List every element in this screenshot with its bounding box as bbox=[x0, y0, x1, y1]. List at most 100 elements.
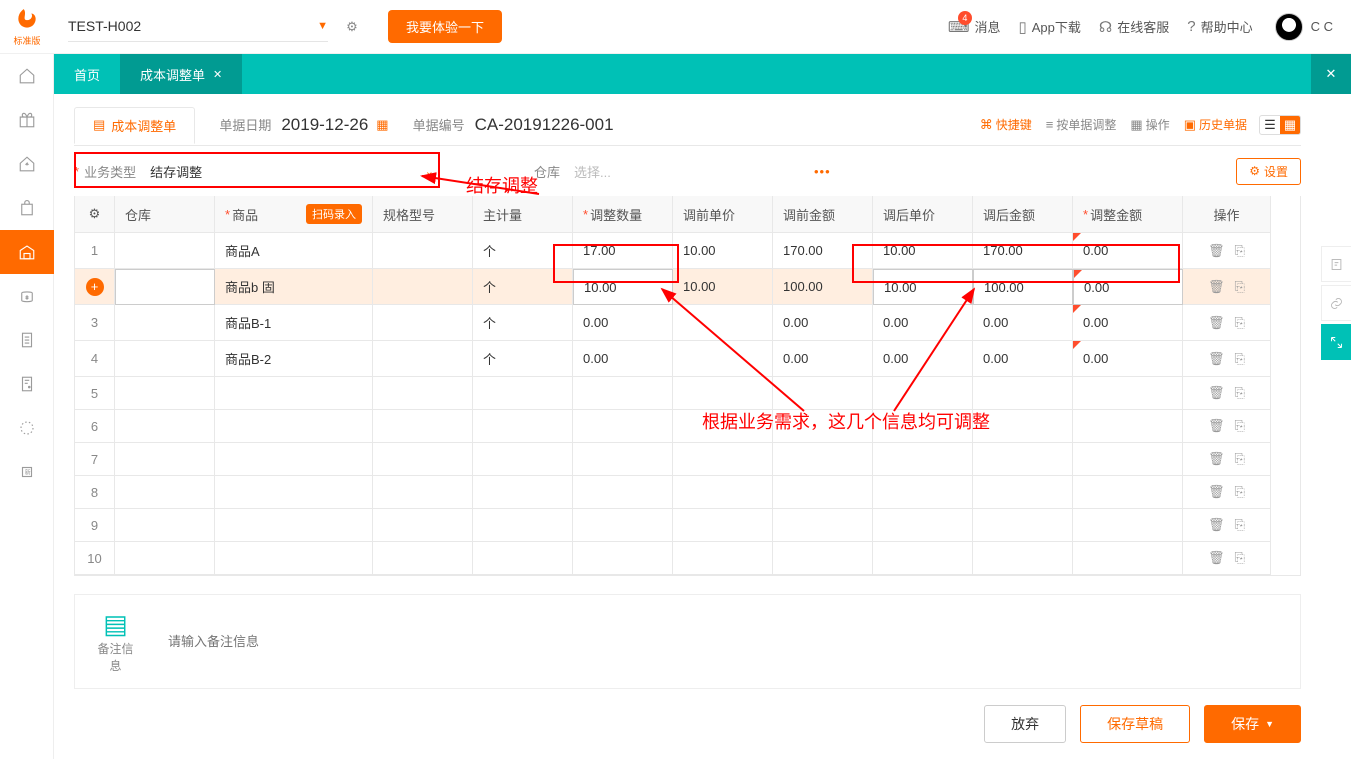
cell-spec[interactable] bbox=[373, 575, 473, 576]
cell-postprice[interactable] bbox=[873, 443, 973, 476]
rail-report[interactable] bbox=[0, 318, 54, 362]
cell-postamt[interactable]: 100.00 bbox=[973, 269, 1073, 305]
cell-adjamt[interactable]: 0.00 bbox=[1073, 341, 1183, 377]
cell-qty[interactable]: 10.00 bbox=[573, 269, 673, 305]
copy-row-icon[interactable]: ⎘ bbox=[1235, 484, 1245, 500]
delete-row-icon[interactable]: 🗑 bbox=[1208, 517, 1225, 533]
cell-spec[interactable] bbox=[373, 443, 473, 476]
cell-postprice[interactable] bbox=[873, 509, 973, 542]
view-list[interactable]: ☰ bbox=[1260, 116, 1280, 134]
remarks-input[interactable] bbox=[168, 634, 1282, 649]
copy-row-icon[interactable]: ⎘ bbox=[1235, 517, 1245, 533]
cell-product[interactable]: 商品B-2 bbox=[215, 341, 373, 377]
copy-row-icon[interactable]: ⎘ bbox=[1235, 451, 1245, 467]
cell-qty[interactable]: 17.00 bbox=[573, 233, 673, 269]
warehouse-field[interactable]: 仓库 选择... bbox=[534, 162, 784, 181]
cell-warehouse[interactable] bbox=[115, 377, 215, 410]
messages-link[interactable]: ⌨ 消息 4 bbox=[948, 17, 1001, 36]
doc-date[interactable]: 单据日期 2019-12-26 ▦ bbox=[219, 115, 388, 135]
cell-postamt[interactable] bbox=[973, 575, 1073, 576]
cell-warehouse[interactable] bbox=[115, 509, 215, 542]
cell-spec[interactable] bbox=[373, 233, 473, 269]
close-all-tabs[interactable]: ✕ bbox=[1311, 54, 1351, 94]
cell-spec[interactable] bbox=[373, 377, 473, 410]
cell-warehouse[interactable] bbox=[115, 305, 215, 341]
add-row-icon[interactable]: + bbox=[86, 278, 104, 296]
cell-qty[interactable] bbox=[573, 542, 673, 575]
cell-adjamt[interactable]: 0.00 bbox=[1073, 233, 1183, 269]
help-link[interactable]: ?帮助中心 bbox=[1187, 17, 1252, 36]
cell-postamt[interactable] bbox=[973, 377, 1073, 410]
cell-warehouse[interactable] bbox=[115, 410, 215, 443]
column-settings-button[interactable]: ⚙设置 bbox=[1236, 158, 1301, 185]
cell-qty[interactable]: 0.00 bbox=[573, 341, 673, 377]
rail-sale[interactable] bbox=[0, 142, 54, 186]
cell-qty[interactable] bbox=[573, 377, 673, 410]
cell-postprice[interactable]: 0.00 bbox=[873, 305, 973, 341]
username[interactable]: C C bbox=[1311, 19, 1333, 34]
copy-row-icon[interactable]: ⎘ bbox=[1235, 418, 1245, 434]
delete-row-icon[interactable]: 🗑 bbox=[1208, 279, 1225, 295]
copy-row-icon[interactable]: ⎘ bbox=[1235, 550, 1245, 566]
cell-product[interactable] bbox=[215, 575, 373, 576]
save-draft-button[interactable]: 保存草稿 bbox=[1080, 705, 1190, 743]
copy-row-icon[interactable]: ⎘ bbox=[1235, 385, 1245, 401]
cell-postamt[interactable]: 170.00 bbox=[973, 233, 1073, 269]
cell-qty[interactable] bbox=[573, 443, 673, 476]
cell-product[interactable] bbox=[215, 377, 373, 410]
cell-product[interactable] bbox=[215, 476, 373, 509]
delete-row-icon[interactable]: 🗑 bbox=[1208, 351, 1225, 367]
cell-postprice[interactable] bbox=[873, 575, 973, 576]
shortcut-link[interactable]: ⌘快捷键 bbox=[980, 116, 1032, 133]
rr-link[interactable] bbox=[1321, 285, 1351, 321]
rail-warehouse[interactable] bbox=[0, 230, 54, 274]
col-settings[interactable]: ⚙ bbox=[75, 196, 115, 233]
cell-adjamt[interactable] bbox=[1073, 509, 1183, 542]
history-link[interactable]: ▣历史单据 bbox=[1184, 116, 1247, 133]
cell-product[interactable]: 商品A bbox=[215, 233, 373, 269]
cell-adjamt[interactable]: 0.00 bbox=[1073, 269, 1183, 305]
cell-adjamt[interactable] bbox=[1073, 476, 1183, 509]
cell-postprice[interactable] bbox=[873, 476, 973, 509]
cell-spec[interactable] bbox=[373, 410, 473, 443]
delete-row-icon[interactable]: 🗑 bbox=[1208, 451, 1225, 467]
cell-postamt[interactable]: 0.00 bbox=[973, 341, 1073, 377]
avatar[interactable] bbox=[1275, 13, 1303, 41]
cell-spec[interactable] bbox=[373, 542, 473, 575]
cell-postprice[interactable]: 10.00 bbox=[873, 233, 973, 269]
biz-type-field[interactable]: * 业务类型 结存调整 ⌄ bbox=[74, 162, 434, 181]
cell-postamt[interactable] bbox=[973, 476, 1073, 509]
cell-warehouse[interactable] bbox=[115, 542, 215, 575]
cell-postprice[interactable] bbox=[873, 542, 973, 575]
copy-row-icon[interactable]: ⎘ bbox=[1235, 315, 1245, 331]
adjust-by-doc-link[interactable]: ≡按单据调整 bbox=[1046, 116, 1117, 133]
cell-postprice[interactable]: 0.00 bbox=[873, 341, 973, 377]
cell-adjamt[interactable] bbox=[1073, 542, 1183, 575]
view-toggle[interactable]: ☰ ▦ bbox=[1259, 115, 1301, 135]
view-grid[interactable]: ▦ bbox=[1280, 116, 1300, 134]
org-settings-button[interactable]: ⚙ bbox=[338, 13, 366, 41]
service-link[interactable]: ☊在线客服 bbox=[1099, 17, 1169, 36]
cell-spec[interactable] bbox=[373, 305, 473, 341]
cell-spec[interactable] bbox=[373, 341, 473, 377]
org-selector[interactable]: TEST-H002 ▼ bbox=[68, 12, 328, 42]
cell-warehouse[interactable] bbox=[115, 233, 215, 269]
cell-product[interactable]: 商品b 固 bbox=[215, 269, 373, 305]
rail-new[interactable]: 新 bbox=[0, 450, 54, 494]
rail-bag[interactable] bbox=[0, 186, 54, 230]
delete-row-icon[interactable]: 🗑 bbox=[1208, 418, 1225, 434]
copy-row-icon[interactable]: ⎘ bbox=[1235, 279, 1245, 295]
rail-doc[interactable] bbox=[0, 362, 54, 406]
cell-postamt[interactable] bbox=[973, 542, 1073, 575]
row-num[interactable]: + bbox=[75, 269, 115, 305]
scan-button[interactable]: 扫码录入 bbox=[306, 204, 362, 224]
copy-row-icon[interactable]: ⎘ bbox=[1235, 351, 1245, 367]
cell-adjamt[interactable] bbox=[1073, 575, 1183, 576]
cell-adjamt[interactable] bbox=[1073, 377, 1183, 410]
rr-expand[interactable] bbox=[1321, 324, 1351, 360]
cell-adjamt[interactable] bbox=[1073, 443, 1183, 476]
delete-row-icon[interactable]: 🗑 bbox=[1208, 550, 1225, 566]
doc-type-tab[interactable]: ▤ 成本调整单 bbox=[74, 107, 195, 144]
cell-postamt[interactable] bbox=[973, 410, 1073, 443]
cell-postamt[interactable]: 0.00 bbox=[973, 305, 1073, 341]
